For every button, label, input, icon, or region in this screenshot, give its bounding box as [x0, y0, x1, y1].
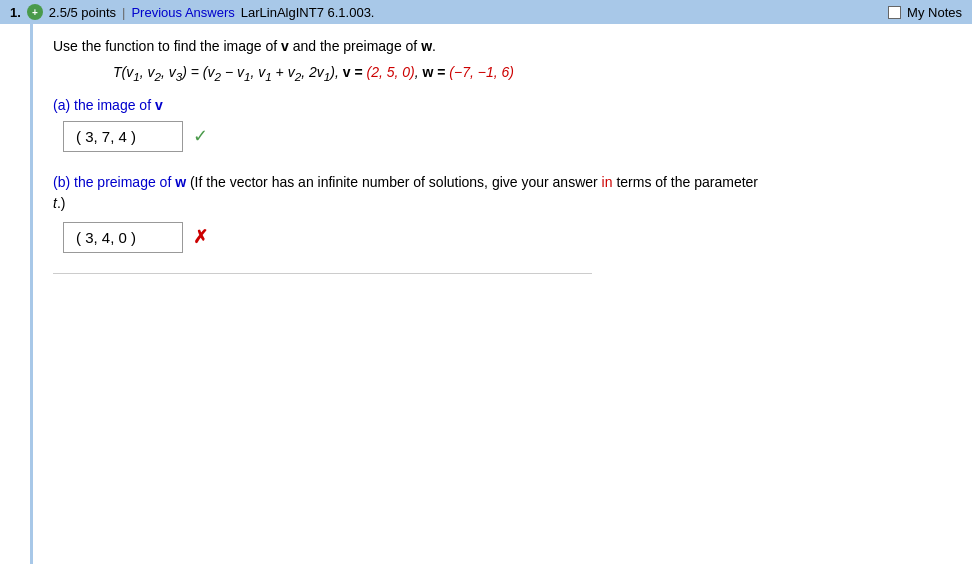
header-left: 1. + 2.5/5 points | Previous Answers Lar… — [10, 4, 374, 20]
notes-label: My Notes — [907, 5, 962, 20]
prev-answers-link[interactable]: Previous Answers — [131, 5, 234, 20]
main-content: Use the function to find the image of v … — [30, 24, 972, 564]
part-a-correct-icon: ✓ — [193, 125, 208, 147]
instruction-prefix: Use the function to find the image of — [53, 38, 281, 54]
part-a-answer-box: ( 3, 7, 4 ) ✓ — [63, 121, 952, 152]
function-line: T(v1, v2, v3) = (v2 − v1, v1 + v2, 2v1),… — [113, 64, 952, 83]
header-bar: 1. + 2.5/5 points | Previous Answers Lar… — [0, 0, 972, 24]
w-bold: w — [421, 38, 432, 54]
w-value: (−7, −1, 6) — [449, 64, 514, 80]
part-a-answer-field[interactable]: ( 3, 7, 4 ) — [63, 121, 183, 152]
part-b-terms: terms of the parameter — [613, 174, 759, 190]
separator: | — [122, 5, 125, 20]
book-ref: LarLinAlgINT7 6.1.003. — [241, 5, 375, 20]
part-b-answer-field[interactable]: ( 3, 4, 0 ) — [63, 222, 183, 253]
part-a-v: v — [155, 97, 163, 113]
part-a-text: (a) the image of — [53, 97, 155, 113]
part-a-answer-value: ( 3, 7, 4 ) — [76, 128, 136, 145]
part-b-w: w — [175, 174, 186, 190]
part-a-label: (a) the image of v — [53, 97, 952, 113]
instruction-suffix: . — [432, 38, 436, 54]
problem-wrapper: Use the function to find the image of v … — [0, 24, 972, 564]
instruction-text: Use the function to find the image of v … — [53, 38, 952, 54]
points-text: 2.5/5 points — [49, 5, 116, 20]
part-b-answer-box: ( 3, 4, 0 ) ✗ — [63, 222, 952, 253]
part-b-middle: (If the vector has an infinite number of… — [186, 174, 602, 190]
comma: , — [415, 64, 419, 80]
notes-checkbox[interactable] — [888, 6, 901, 19]
part-b-prefix: (b) the preimage of — [53, 174, 175, 190]
v-value-label: v = — [343, 64, 367, 80]
part-b-label: (b) the preimage of w (If the vector has… — [53, 172, 952, 214]
v-bold: v — [281, 38, 289, 54]
part-b-answer-value: ( 3, 4, 0 ) — [76, 229, 136, 246]
function-T: T(v1, v2, v3) = (v2 − v1, v1 + v2, 2v1), — [113, 64, 339, 80]
v-value: (2, 5, 0) — [366, 64, 414, 80]
part-b-t: t.) — [53, 195, 65, 211]
divider-line — [53, 273, 592, 274]
header-right: My Notes — [888, 5, 962, 20]
question-number: 1. — [10, 5, 21, 20]
w-value-label: w = — [423, 64, 450, 80]
number-column — [0, 24, 30, 564]
plus-icon: + — [27, 4, 43, 20]
part-b-incorrect-icon: ✗ — [193, 226, 208, 248]
part-b-in: in — [602, 174, 613, 190]
instruction-middle: and the preimage of — [289, 38, 421, 54]
